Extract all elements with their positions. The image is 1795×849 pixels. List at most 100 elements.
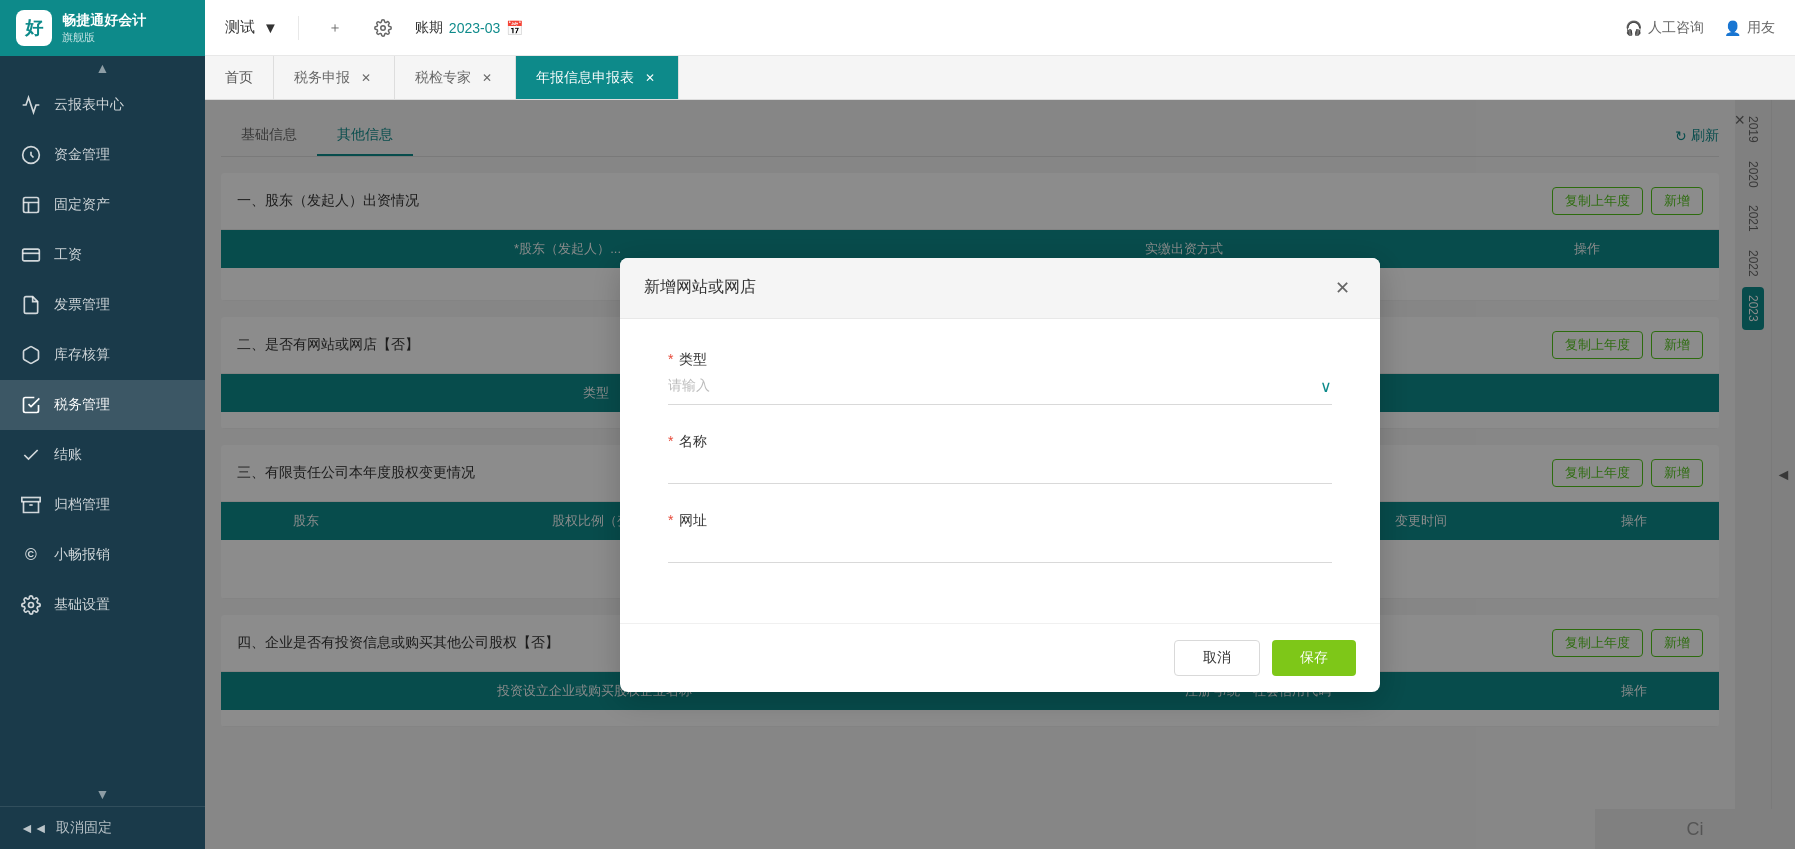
url-required-marker: *: [668, 512, 673, 528]
logo-sub-text: 旗舰版: [62, 30, 146, 45]
service-button[interactable]: 🎧 人工咨询: [1625, 19, 1704, 37]
svg-point-6: [29, 603, 34, 608]
type-select[interactable]: 请输入 ∨: [668, 369, 1332, 405]
type-dropdown-icon: ∨: [1320, 377, 1332, 396]
service-label: 人工咨询: [1648, 19, 1704, 37]
sidebar-label-xiaochang: 小畅报销: [54, 546, 110, 564]
period-display: 账期 2023-03 📅: [415, 19, 523, 37]
sidebar-item-tax-mgmt[interactable]: 税务管理: [0, 380, 205, 430]
logo-icon: 好: [16, 10, 52, 46]
svg-rect-2: [23, 249, 40, 261]
sidebar-item-cloud-reports[interactable]: 云报表中心: [0, 80, 205, 130]
tab-tax-report-label: 税务申报: [294, 69, 350, 87]
tab-home-label: 首页: [225, 69, 253, 87]
xiaochang-icon: ©: [20, 544, 42, 566]
name-label: 名称: [679, 433, 707, 449]
sidebar-label-settlement: 结账: [54, 446, 82, 464]
topbar-divider-1: [298, 16, 299, 40]
url-input[interactable]: [668, 530, 1332, 563]
tab-tax-inspect[interactable]: 税检专家 ✕: [395, 56, 516, 99]
headset-icon: 🎧: [1625, 20, 1642, 36]
main-area: 测试 ▼ ＋ 账期 2023-03 📅 🎧 人工咨询 👤 用友: [205, 0, 1795, 849]
fund-mgmt-icon: [20, 144, 42, 166]
payroll-icon: [20, 244, 42, 266]
sidebar-label-invoice-mgmt: 发票管理: [54, 296, 110, 314]
sidebar-item-payroll[interactable]: 工资: [0, 230, 205, 280]
type-label: 类型: [679, 351, 707, 367]
fixed-assets-icon: [20, 194, 42, 216]
name-input[interactable]: [668, 451, 1332, 484]
svg-point-7: [381, 25, 386, 30]
tab-tax-report[interactable]: 税务申报 ✕: [274, 56, 395, 99]
name-required-marker: *: [668, 433, 673, 449]
sidebar-scroll-down[interactable]: ▼: [0, 782, 205, 806]
sidebar-label-inventory: 库存核算: [54, 346, 110, 364]
sidebar-item-xiaochang[interactable]: © 小畅报销: [0, 530, 205, 580]
settlement-icon: [20, 444, 42, 466]
form-row-type: * 类型 请输入 ∨: [668, 351, 1332, 405]
tab-annual-report-label: 年报信息申报表: [536, 69, 634, 87]
archive-mgmt-icon: [20, 494, 42, 516]
tab-home[interactable]: 首页: [205, 56, 274, 99]
form-row-name: * 名称: [668, 433, 1332, 484]
tab-tax-inspect-label: 税检专家: [415, 69, 471, 87]
modal-close-button[interactable]: ✕: [1328, 274, 1356, 302]
tab-annual-report[interactable]: 年报信息申报表 ✕: [516, 56, 679, 99]
basic-settings-icon: [20, 594, 42, 616]
sidebar-bottom-arrow: ◄◄: [20, 820, 48, 836]
settings-button[interactable]: [367, 12, 399, 44]
modal-body: * 类型 请输入 ∨ * 名称: [620, 319, 1380, 623]
company-selector[interactable]: 测试 ▼: [225, 18, 278, 37]
user-label: 用友: [1747, 19, 1775, 37]
inventory-icon: [20, 344, 42, 366]
company-name: 测试: [225, 18, 255, 37]
type-placeholder: 请输入: [668, 377, 1320, 395]
sidebar-item-invoice-mgmt[interactable]: 发票管理: [0, 280, 205, 330]
sidebar-item-archive-mgmt[interactable]: 归档管理: [0, 480, 205, 530]
tab-tax-report-close[interactable]: ✕: [358, 70, 374, 86]
sidebar: 好 畅捷通好会计 旗舰版 ▲ 云报表中心 资金管理: [0, 0, 205, 849]
form-row-url: * 网址: [668, 512, 1332, 563]
content-area: 基础信息 其他信息 ↻ 刷新 一、股东（发起人）出资情况: [205, 100, 1795, 849]
add-company-button[interactable]: ＋: [319, 12, 351, 44]
sidebar-logo: 好 畅捷通好会计 旗舰版: [0, 0, 205, 56]
sidebar-bottom-label: 取消固定: [56, 819, 112, 837]
tab-tax-inspect-close[interactable]: ✕: [479, 70, 495, 86]
sidebar-item-settlement[interactable]: 结账: [0, 430, 205, 480]
save-button[interactable]: 保存: [1272, 640, 1356, 676]
logo-main-text: 畅捷通好会计: [62, 12, 146, 30]
sidebar-label-fixed-assets: 固定资产: [54, 196, 110, 214]
modal-title: 新增网站或网店: [644, 277, 756, 298]
period-label: 账期: [415, 19, 443, 37]
sidebar-label-fund-mgmt: 资金管理: [54, 146, 110, 164]
modal-overlay: 新增网站或网店 ✕ * 类型 请输入 ∨: [205, 100, 1795, 849]
sidebar-item-inventory[interactable]: 库存核算: [0, 330, 205, 380]
modal-footer: 取消 保存: [620, 623, 1380, 692]
sidebar-label-archive-mgmt: 归档管理: [54, 496, 110, 514]
topbar: 测试 ▼ ＋ 账期 2023-03 📅 🎧 人工咨询 👤 用友: [205, 0, 1795, 56]
calendar-icon[interactable]: 📅: [506, 20, 523, 36]
user-button[interactable]: 👤 用友: [1724, 19, 1775, 37]
sidebar-item-basic-settings[interactable]: 基础设置: [0, 580, 205, 630]
user-icon: 👤: [1724, 20, 1741, 36]
tab-annual-report-close[interactable]: ✕: [642, 70, 658, 86]
sidebar-scroll-up[interactable]: ▲: [0, 56, 205, 80]
modal-header: 新增网站或网店 ✕: [620, 258, 1380, 319]
sidebar-bottom-btn[interactable]: ◄◄ 取消固定: [0, 806, 205, 849]
type-required-marker: *: [668, 351, 673, 367]
tabs-bar: 首页 税务申报 ✕ 税检专家 ✕ 年报信息申报表 ✕: [205, 56, 1795, 100]
logo-text-block: 畅捷通好会计 旗舰版: [62, 12, 146, 45]
sidebar-item-fund-mgmt[interactable]: 资金管理: [0, 130, 205, 180]
url-label: 网址: [679, 512, 707, 528]
tax-mgmt-icon: [20, 394, 42, 416]
cancel-button[interactable]: 取消: [1174, 640, 1260, 676]
add-website-modal: 新增网站或网店 ✕ * 类型 请输入 ∨: [620, 258, 1380, 692]
topbar-right: 🎧 人工咨询 👤 用友: [1625, 19, 1775, 37]
sidebar-label-basic-settings: 基础设置: [54, 596, 110, 614]
sidebar-label-tax-mgmt: 税务管理: [54, 396, 110, 414]
sidebar-item-fixed-assets[interactable]: 固定资产: [0, 180, 205, 230]
svg-rect-1: [24, 198, 39, 213]
sidebar-label-payroll: 工资: [54, 246, 82, 264]
svg-rect-4: [22, 498, 40, 502]
sidebar-nav: 云报表中心 资金管理 固定资产 工资: [0, 80, 205, 782]
